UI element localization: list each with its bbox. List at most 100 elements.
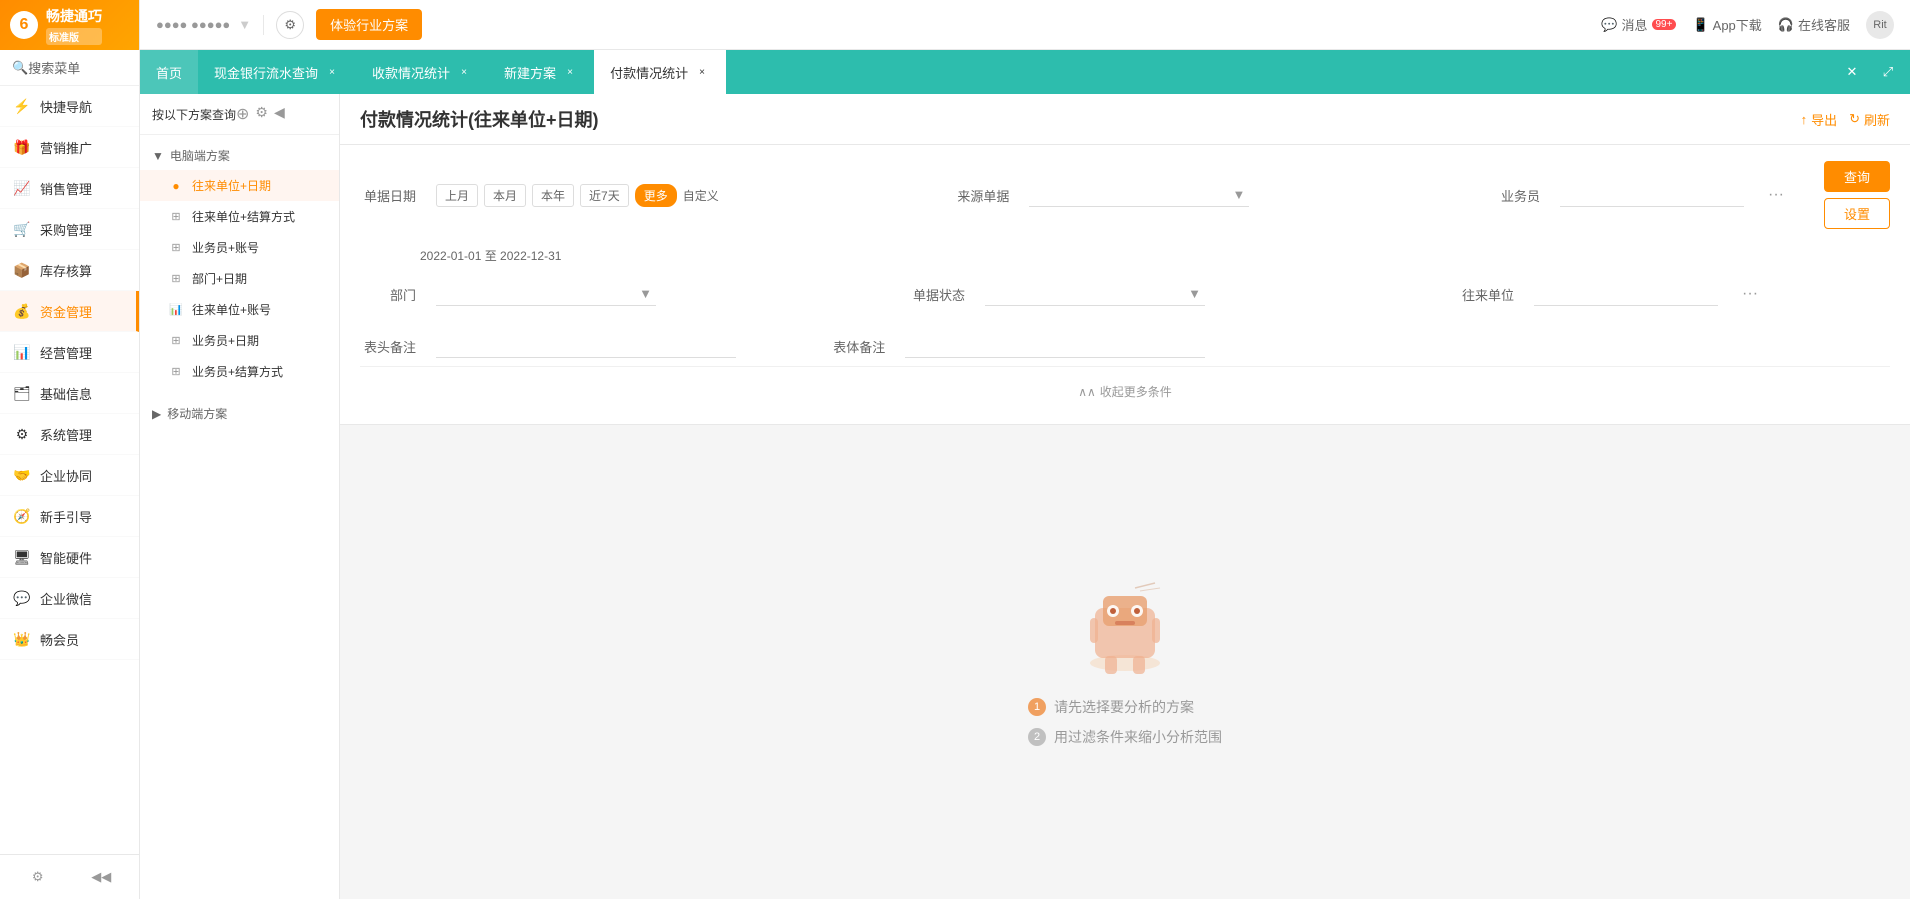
- topbar-settings-btn[interactable]: ⚙: [276, 11, 304, 39]
- export-btn[interactable]: ↑ 导出: [1801, 110, 1838, 129]
- search-icon: 🔍: [12, 60, 28, 76]
- dept-select[interactable]: [436, 282, 656, 305]
- date-btn-this-month[interactable]: 本月: [484, 184, 526, 207]
- header-note-input[interactable]: [436, 334, 736, 358]
- scheme-mobile-section: ▶ 移动端方案: [140, 393, 339, 434]
- operations-icon: 📊: [12, 342, 32, 362]
- scheme-item-icon: 📊: [168, 302, 184, 318]
- tab-bank[interactable]: 现金银行流水查询 ×: [198, 50, 356, 94]
- sidebar-item-hardware[interactable]: 🖥 智能硬件: [0, 537, 139, 578]
- tab-close-all-btn[interactable]: ✕: [1838, 58, 1866, 86]
- scheme-mobile-title[interactable]: ▶ 移动端方案: [140, 399, 339, 428]
- partner-dots-btn[interactable]: ···: [1742, 285, 1758, 303]
- tab-new-close-icon[interactable]: ×: [562, 64, 578, 80]
- sidebar-item-wechat[interactable]: 💬 企业微信: [0, 578, 139, 619]
- sidebar-item-inventory[interactable]: 📦 库存核算: [0, 250, 139, 291]
- wechat-icon: 💬: [12, 588, 32, 608]
- sidebar-item-finance[interactable]: 💰 资金管理: [0, 291, 139, 332]
- scheme-item-label: 往来单位+账号: [192, 301, 271, 318]
- export-icon: ↑: [1801, 112, 1808, 127]
- app-download-btn[interactable]: 📱 App下载: [1692, 15, 1761, 34]
- scheme-item-staff-date[interactable]: ⊞ 业务员+日期: [140, 325, 339, 356]
- doc-status-label: 单据状态: [909, 285, 965, 304]
- marketing-icon: 🎁: [12, 137, 32, 157]
- sales-icon: 📈: [12, 178, 32, 198]
- tab-maximize-btn[interactable]: ⤢: [1874, 58, 1902, 86]
- scheme-item-staff-account[interactable]: ⊞ 业务员+账号: [140, 232, 339, 263]
- topbar: ●●●● ●●●●● ▼ ⚙ 体验行业方案 💬 消息 99+ 📱 App下载 🎧…: [140, 0, 1910, 50]
- refresh-btn[interactable]: ↻ 刷新: [1849, 110, 1890, 129]
- scheme-item-unit-account[interactable]: 📊 往来单位+账号: [140, 294, 339, 325]
- scheme-item-dept-date[interactable]: ⊞ 部门+日期: [140, 263, 339, 294]
- sidebar-item-marketing[interactable]: 🎁 营销推广: [0, 127, 139, 168]
- sidebar-item-operations[interactable]: 📊 经营管理: [0, 332, 139, 373]
- user-avatar[interactable]: Rit: [1866, 11, 1894, 39]
- sidebar-item-basic[interactable]: 🗂 基础信息: [0, 373, 139, 414]
- date-btn-this-year[interactable]: 本年: [532, 184, 574, 207]
- sidebar-item-enterprise[interactable]: 🤝 企业协同: [0, 455, 139, 496]
- service-btn[interactable]: 🎧 在线客服: [1778, 15, 1850, 34]
- sidebar-badge: 标准版: [46, 28, 102, 45]
- sidebar-item-purchase[interactable]: 🛒 采购管理: [0, 209, 139, 250]
- sidebar-item-system[interactable]: ⚙ 系统管理: [0, 414, 139, 455]
- sidebar-brand: 畅捷通巧 标准版: [46, 6, 102, 45]
- scheme-item-icon: ⊞: [168, 271, 184, 287]
- topbar-divider: [263, 15, 264, 35]
- tab-bank-close-icon[interactable]: ×: [324, 64, 340, 80]
- sidebar-item-search[interactable]: 🔍 搜索菜单: [0, 50, 139, 86]
- staff-dots-btn[interactable]: ···: [1768, 186, 1784, 204]
- tab-receipt-close-icon[interactable]: ×: [456, 64, 472, 80]
- filter-area: 单据日期 上月 本月 本年 近7天 更多 自定义 来源单据: [340, 145, 1910, 425]
- sidebar-item-sales[interactable]: 📈 销售管理: [0, 168, 139, 209]
- scheme-item-label: 业务员+日期: [192, 332, 259, 349]
- scheme-item-unit-settle[interactable]: ⊞ 往来单位+结算方式: [140, 201, 339, 232]
- body-note-input[interactable]: [905, 334, 1205, 358]
- scheme-add-btn[interactable]: ⊕: [236, 104, 249, 124]
- scheme-desktop-title[interactable]: ▼ 电脑端方案: [140, 141, 339, 170]
- tab-new[interactable]: 新建方案 ×: [488, 50, 594, 94]
- main-area: ●●●● ●●●●● ▼ ⚙ 体验行业方案 💬 消息 99+ 📱 App下载 🎧…: [140, 0, 1910, 899]
- sidebar-collapse-btn[interactable]: ◀◀: [72, 863, 132, 891]
- date-btn-last-month[interactable]: 上月: [436, 184, 478, 207]
- tip-num-2: 2: [1028, 728, 1046, 746]
- partner-input[interactable]: [1534, 282, 1718, 306]
- date-custom-label[interactable]: 自定义: [683, 187, 719, 204]
- scheme-item-unit-date[interactable]: ● 往来单位+日期: [140, 170, 339, 201]
- trial-btn[interactable]: 体验行业方案: [316, 9, 422, 40]
- sidebar-item-label: 销售管理: [40, 179, 92, 198]
- scheme-settings-icon[interactable]: ⚙: [255, 104, 268, 124]
- date-btn-more[interactable]: 更多: [635, 184, 677, 207]
- message-badge: 99+: [1652, 19, 1677, 30]
- mobile-arrow-icon: ▶: [152, 407, 161, 421]
- filter-row-3: 表头备注 表体备注: [360, 334, 1890, 358]
- message-icon: 💬: [1601, 17, 1617, 33]
- sidebar-item-quicknav[interactable]: ⚡ 快捷导航: [0, 86, 139, 127]
- sidebar-item-label: 快捷导航: [40, 97, 92, 116]
- sidebar-item-member[interactable]: 👑 畅会员: [0, 619, 139, 660]
- sidebar-item-guide[interactable]: 🧭 新手引导: [0, 496, 139, 537]
- tab-receipt-label: 收款情况统计: [372, 63, 450, 82]
- scheme-collapse-icon[interactable]: ◀: [274, 104, 285, 124]
- scheme-item-icon: ⊞: [168, 209, 184, 225]
- date-btn-7days[interactable]: 近7天: [580, 184, 629, 207]
- doc-status-select-wrap: ▼: [985, 282, 1205, 306]
- settings-outline-btn[interactable]: 设置: [1824, 198, 1890, 229]
- query-btn[interactable]: 查询: [1824, 161, 1890, 192]
- source-select[interactable]: [1029, 183, 1249, 206]
- sidebar-settings-btn[interactable]: ⚙: [8, 863, 68, 891]
- collapse-btn[interactable]: ∧∧ 收起更多条件: [1070, 375, 1180, 408]
- empty-illustration: [1065, 578, 1185, 681]
- tab-home[interactable]: 首页: [140, 50, 198, 94]
- message-btn[interactable]: 💬 消息 99+: [1601, 15, 1676, 34]
- sidebar-item-label: 基础信息: [40, 384, 92, 403]
- scheme-item-icon: ⊞: [168, 240, 184, 256]
- tab-payment-close-icon[interactable]: ×: [694, 64, 710, 80]
- tab-payment[interactable]: 付款情况统计 ×: [594, 50, 726, 94]
- staff-input[interactable]: [1560, 183, 1744, 207]
- purchase-icon: 🛒: [12, 219, 32, 239]
- scheme-item-staff-settle[interactable]: ⊞ 业务员+结算方式: [140, 356, 339, 387]
- date-label: 单据日期: [360, 186, 416, 205]
- doc-status-select[interactable]: [985, 282, 1205, 305]
- tab-receipt[interactable]: 收款情况统计 ×: [356, 50, 488, 94]
- tab-payment-label: 付款情况统计: [610, 63, 688, 82]
